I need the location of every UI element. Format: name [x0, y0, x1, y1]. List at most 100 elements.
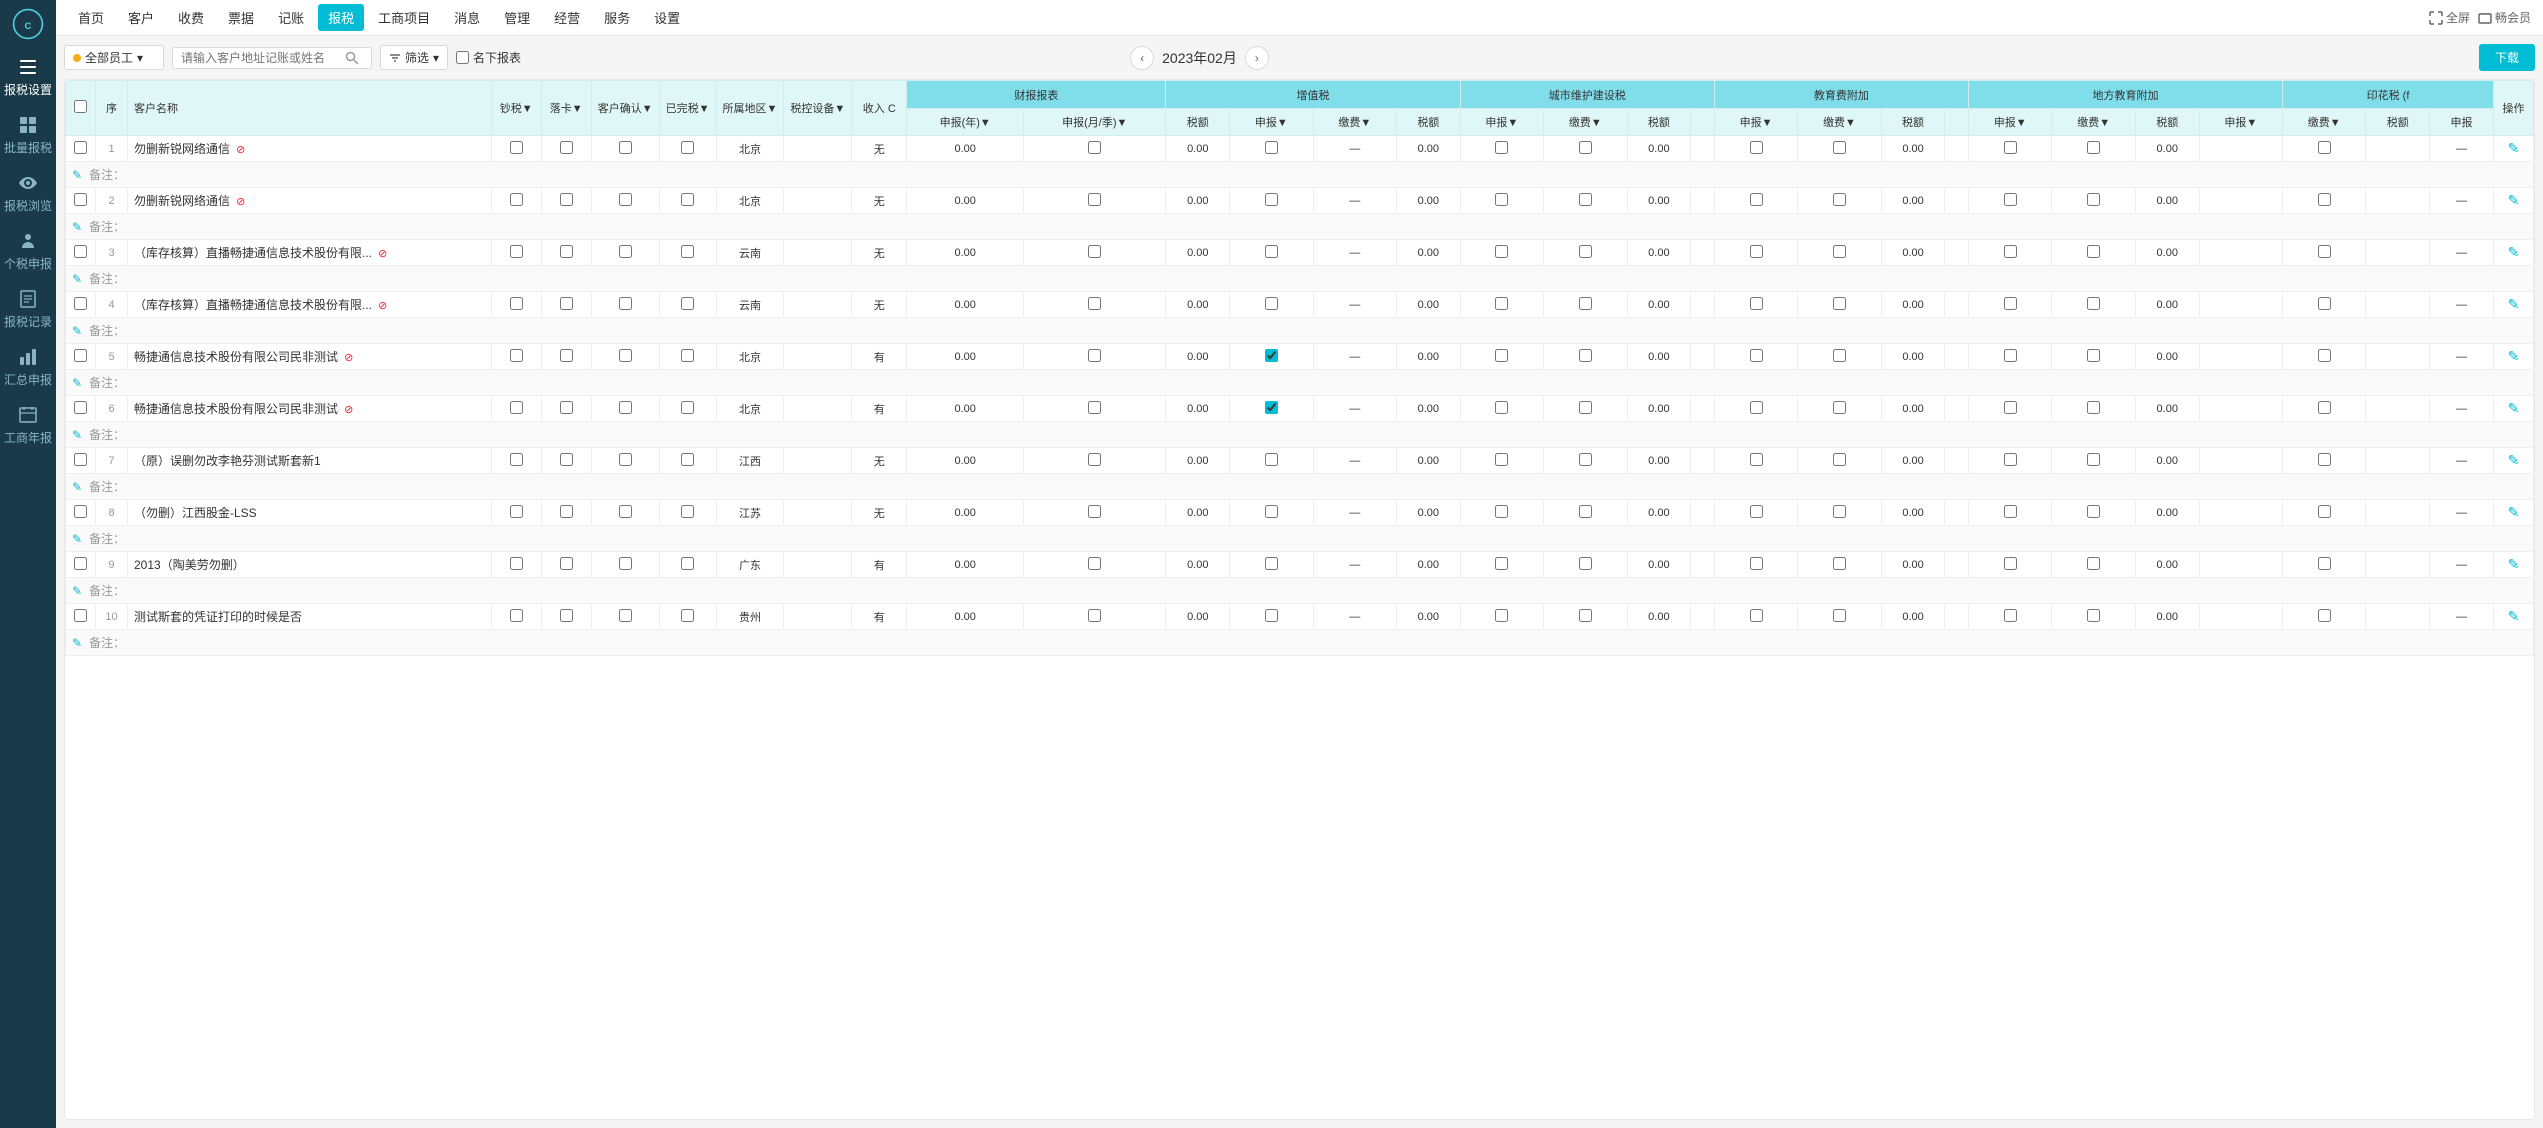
nav-xiaxi[interactable]: 消息 — [444, 4, 490, 31]
caiwu-cb1[interactable] — [1088, 401, 1101, 414]
note-edit-icon[interactable]: ✎ — [72, 584, 82, 598]
cs-jiaofei-check[interactable] — [1579, 141, 1592, 154]
df-jiaofei-check[interactable] — [2087, 245, 2100, 258]
kehuhekao-check[interactable] — [619, 401, 632, 414]
caiwu-cb1[interactable] — [1088, 453, 1101, 466]
yh-jiaofei-check[interactable] — [2318, 401, 2331, 414]
edit-button[interactable]: ✎ — [2508, 452, 2520, 468]
df-shenbao-check[interactable] — [2004, 505, 2017, 518]
th-df-4[interactable]: 申报▼ — [2199, 109, 2282, 136]
edit-button[interactable]: ✎ — [2508, 140, 2520, 156]
nav-home[interactable]: 首页 — [68, 4, 114, 31]
cs-shenbao-check[interactable] — [1495, 557, 1508, 570]
yh-jiaofei-check[interactable] — [2318, 245, 2331, 258]
caiwu-cb1[interactable] — [1088, 557, 1101, 570]
kehuhekao-check[interactable] — [619, 505, 632, 518]
cs-jiaofei-check[interactable] — [1579, 557, 1592, 570]
jy-jiaofei-check[interactable] — [1833, 193, 1846, 206]
caiwu-cb1[interactable] — [1088, 245, 1101, 258]
yishengbao-check[interactable] — [681, 609, 694, 622]
note-edit-icon[interactable]: ✎ — [72, 168, 82, 182]
yh-jiaofei-check[interactable] — [2318, 453, 2331, 466]
jy-jiaofei-check[interactable] — [1833, 141, 1846, 154]
jy-shenbao-check[interactable] — [1750, 245, 1763, 258]
zz-shenbao-check[interactable] — [1265, 297, 1278, 310]
caiwu-cb1[interactable] — [1088, 349, 1101, 362]
th-luoka[interactable]: 落卡▼ — [541, 81, 591, 136]
row-checkbox[interactable] — [74, 401, 87, 414]
caiwu-cb1[interactable] — [1088, 609, 1101, 622]
yh-jiaofei-check[interactable] — [2318, 297, 2331, 310]
nav-jingying[interactable]: 经营 — [544, 4, 590, 31]
caiwu-cb1[interactable] — [1088, 505, 1101, 518]
sidebar-item-baoshuishezhi[interactable]: 报税设置 — [0, 48, 56, 106]
nav-guanli[interactable]: 管理 — [494, 4, 540, 31]
zz-shenbao-check[interactable] — [1265, 505, 1278, 518]
row-checkbox[interactable] — [74, 453, 87, 466]
jy-shenbao-check[interactable] — [1750, 453, 1763, 466]
yishengbao-check[interactable] — [681, 453, 694, 466]
yishengbao-check[interactable] — [681, 401, 694, 414]
df-shenbao-check[interactable] — [2004, 453, 2017, 466]
zz-shenbao-check[interactable] — [1265, 557, 1278, 570]
yh-jiaofei-check[interactable] — [2318, 193, 2331, 206]
luoka-check[interactable] — [560, 401, 573, 414]
sidebar-item-piliangshuibao[interactable]: 批量报税 — [0, 106, 56, 164]
th-df-2[interactable]: 缴费▼ — [2052, 109, 2135, 136]
chaoshui-check[interactable] — [510, 557, 523, 570]
df-jiaofei-check[interactable] — [2087, 557, 2100, 570]
cs-jiaofei-check[interactable] — [1579, 453, 1592, 466]
jy-shenbao-check[interactable] — [1750, 609, 1763, 622]
zz-shenbao-check[interactable] — [1265, 609, 1278, 622]
chaoshui-check[interactable] — [510, 245, 523, 258]
nav-jizhi[interactable]: 记账 — [268, 4, 314, 31]
row-checkbox[interactable] — [74, 245, 87, 258]
df-shenbao-check[interactable] — [2004, 609, 2017, 622]
yh-jiaofei-check[interactable] — [2318, 505, 2331, 518]
sidebar-item-shuibaojilu[interactable]: 报税记录 — [0, 280, 56, 338]
df-shenbao-check[interactable] — [2004, 245, 2017, 258]
th-caiwu-2[interactable]: 申报(月/季)▼ — [1024, 109, 1166, 136]
th-cs-1[interactable]: 申报▼ — [1460, 109, 1543, 136]
jy-jiaofei-check[interactable] — [1833, 349, 1846, 362]
jy-jiaofei-check[interactable] — [1833, 557, 1846, 570]
jy-jiaofei-check[interactable] — [1833, 609, 1846, 622]
df-jiaofei-check[interactable] — [2087, 401, 2100, 414]
luoka-check[interactable] — [560, 141, 573, 154]
chaoshui-check[interactable] — [510, 349, 523, 362]
fullscreen-btn[interactable]: 全屏 — [2429, 9, 2470, 26]
nav-fuwu[interactable]: 服务 — [594, 4, 640, 31]
cs-shenbao-check[interactable] — [1495, 245, 1508, 258]
cs-shenbao-check[interactable] — [1495, 453, 1508, 466]
cs-shenbao-check[interactable] — [1495, 505, 1508, 518]
sidebar-item-huizongshenbao[interactable]: 汇总申报 — [0, 338, 56, 396]
cs-shenbao-check[interactable] — [1495, 297, 1508, 310]
zz-shenbao-check[interactable] — [1265, 193, 1278, 206]
th-cs-2[interactable]: 缴费▼ — [1544, 109, 1627, 136]
kehuhekao-check[interactable] — [619, 349, 632, 362]
zz-shenbao-check[interactable] — [1265, 141, 1278, 154]
chaoshui-check[interactable] — [510, 505, 523, 518]
nav-gongshangxiangmu[interactable]: 工商项目 — [368, 4, 440, 31]
df-jiaofei-check[interactable] — [2087, 193, 2100, 206]
row-checkbox[interactable] — [74, 141, 87, 154]
prev-month-btn[interactable]: ‹ — [1130, 46, 1154, 70]
jy-jiaofei-check[interactable] — [1833, 401, 1846, 414]
jy-shenbao-check[interactable] — [1750, 193, 1763, 206]
cs-jiaofei-check[interactable] — [1579, 401, 1592, 414]
cs-shenbao-check[interactable] — [1495, 193, 1508, 206]
note-edit-icon[interactable]: ✎ — [72, 376, 82, 390]
luoka-check[interactable] — [560, 453, 573, 466]
edit-button[interactable]: ✎ — [2508, 400, 2520, 416]
nav-kehu[interactable]: 客户 — [118, 4, 164, 31]
cs-jiaofei-check[interactable] — [1579, 609, 1592, 622]
jy-jiaofei-check[interactable] — [1833, 245, 1846, 258]
edit-button[interactable]: ✎ — [2508, 556, 2520, 572]
kehuhekao-check[interactable] — [619, 557, 632, 570]
row-checkbox[interactable] — [74, 609, 87, 622]
zz-shenbao-check[interactable] — [1265, 245, 1278, 258]
cs-shenbao-check[interactable] — [1495, 141, 1508, 154]
nav-shoufei[interactable]: 收费 — [168, 4, 214, 31]
note-edit-icon[interactable]: ✎ — [72, 428, 82, 442]
edit-button[interactable]: ✎ — [2508, 192, 2520, 208]
